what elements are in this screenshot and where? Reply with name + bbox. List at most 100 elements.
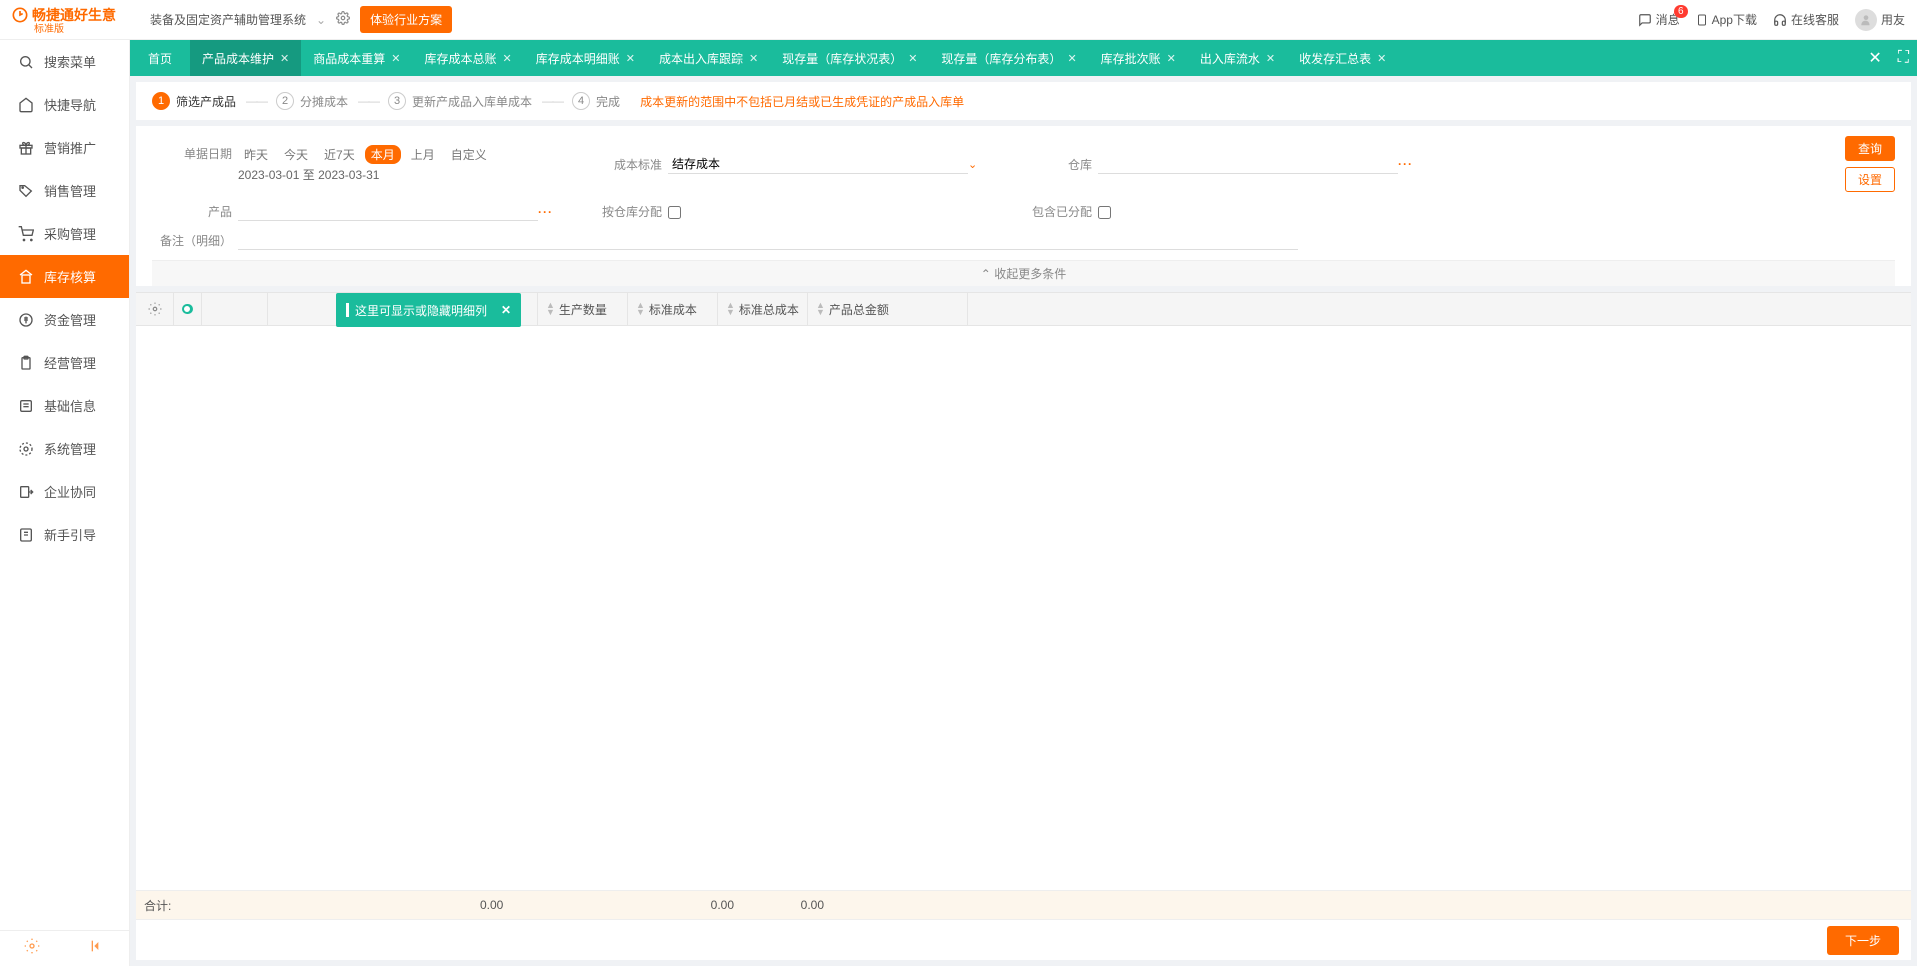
- tab-close-icon[interactable]: ✕: [391, 52, 400, 65]
- logo-text: 畅捷通好生意: [32, 5, 116, 25]
- product-input[interactable]: [238, 202, 538, 221]
- date-preset[interactable]: 今天: [278, 145, 314, 164]
- grid-settings-icon[interactable]: [136, 293, 174, 325]
- trial-button[interactable]: 体验行业方案: [360, 6, 452, 33]
- gear-icon[interactable]: [336, 11, 350, 28]
- info-icon: [18, 398, 34, 414]
- sidebar-item-7[interactable]: 经营管理: [0, 341, 129, 384]
- column-header[interactable]: ▲▼标准总成本: [718, 293, 808, 325]
- sort-icon: ▲▼: [546, 302, 555, 316]
- tab-7[interactable]: 库存批次账✕: [1089, 40, 1188, 76]
- tab-close-icon[interactable]: ✕: [1167, 52, 1176, 65]
- tab-close-icon[interactable]: ✕: [503, 52, 512, 65]
- column-header[interactable]: ▲▼生产数量: [538, 293, 628, 325]
- sidebar-item-0[interactable]: 搜索菜单: [0, 40, 129, 83]
- sidebar-item-3[interactable]: 销售管理: [0, 169, 129, 212]
- tab-6[interactable]: 现存量（库存分布表）✕: [929, 40, 1088, 76]
- date-preset[interactable]: 上月: [405, 145, 441, 164]
- gift-icon: [18, 140, 34, 156]
- tab-close-icon[interactable]: ✕: [1067, 52, 1076, 65]
- date-preset[interactable]: 自定义: [445, 145, 493, 164]
- sidebar-item-label: 企业协同: [44, 482, 96, 501]
- fullscreen-icon[interactable]: ⛶: [1890, 49, 1917, 67]
- step-2[interactable]: 2分摊成本: [276, 92, 348, 110]
- date-preset[interactable]: 昨天: [238, 145, 274, 164]
- sidebar-item-1[interactable]: 快捷导航: [0, 83, 129, 126]
- grid-toggle-detail[interactable]: [174, 293, 202, 325]
- house-icon: [18, 269, 34, 285]
- steps-note: 成本更新的范围中不包括已月结或已生成凭证的产成品入库单: [640, 93, 964, 110]
- grid-sum-row: 合计: 0.000.000.00: [136, 890, 1911, 920]
- sort-icon: ▲▼: [726, 302, 735, 316]
- query-button[interactable]: 查询: [1845, 136, 1895, 161]
- chevron-down-icon[interactable]: ⌄: [968, 158, 977, 171]
- step-1[interactable]: 1筛选产成品: [152, 92, 236, 110]
- remark-input[interactable]: [238, 231, 1298, 250]
- by-warehouse-label: 按仓库分配: [582, 203, 662, 220]
- sidebar-item-8[interactable]: 基础信息: [0, 384, 129, 427]
- sidebar-item-10[interactable]: 企业协同: [0, 470, 129, 513]
- next-button[interactable]: 下一步: [1827, 926, 1899, 955]
- sidebar-item-11[interactable]: 新手引导: [0, 513, 129, 556]
- tab-0[interactable]: 产品成本维护✕: [190, 40, 301, 76]
- column-header[interactable]: ▲▼标准成本: [628, 293, 718, 325]
- tab-close-icon[interactable]: ✕: [908, 52, 917, 65]
- tab-9[interactable]: 收发存汇总表✕: [1287, 40, 1398, 76]
- tab-8[interactable]: 出入库流水✕: [1188, 40, 1287, 76]
- tab-4[interactable]: 成本出入库跟踪✕: [647, 40, 770, 76]
- more-icon[interactable]: ···: [1398, 157, 1413, 171]
- filter-panel: 单据日期 昨天今天近7天本月上月自定义 2023-03-01 至 2023-03…: [136, 126, 1911, 286]
- user-menu[interactable]: 用友: [1855, 9, 1905, 31]
- grid-body[interactable]: [136, 326, 1911, 890]
- step-3[interactable]: 3更新产成品入库单成本: [388, 92, 532, 110]
- tab-close-icon[interactable]: ✕: [1266, 52, 1275, 65]
- tab-1[interactable]: 商品成本重算✕: [301, 40, 412, 76]
- sort-icon: ▲▼: [816, 302, 825, 316]
- tab-close-icon[interactable]: ✕: [626, 52, 635, 65]
- date-preset[interactable]: 本月: [365, 145, 401, 164]
- date-preset[interactable]: 近7天: [318, 145, 361, 164]
- tooltip-close-icon[interactable]: ✕: [501, 303, 511, 317]
- sum-cell: 0.00: [742, 898, 832, 912]
- tab-close-icon[interactable]: ✕: [749, 52, 758, 65]
- sidebar-item-9[interactable]: 系统管理: [0, 427, 129, 470]
- sidebar-item-4[interactable]: 采购管理: [0, 212, 129, 255]
- include-alloc-label: 包含已分配: [1012, 203, 1092, 220]
- by-warehouse-checkbox[interactable]: [668, 206, 681, 219]
- include-alloc-checkbox[interactable]: [1098, 206, 1111, 219]
- column-header[interactable]: [202, 293, 268, 325]
- sidebar-item-2[interactable]: 营销推广: [0, 126, 129, 169]
- tab-home[interactable]: 首页: [130, 40, 190, 76]
- sidebar-item-label: 系统管理: [44, 439, 96, 458]
- more-icon[interactable]: ···: [538, 205, 553, 219]
- settings-button[interactable]: 设置: [1845, 167, 1895, 192]
- cost-std-select[interactable]: [668, 155, 968, 174]
- sidebar-item-6[interactable]: 资金管理: [0, 298, 129, 341]
- sum-cell: 0.00: [652, 898, 742, 912]
- tab-3[interactable]: 库存成本明细账✕: [524, 40, 647, 76]
- sidebar-item-label: 营销推广: [44, 138, 96, 157]
- system-selector[interactable]: 装备及固定资产辅助管理系统: [150, 11, 306, 28]
- settings-icon[interactable]: [24, 938, 40, 959]
- tab-5[interactable]: 现存量（库存状况表）✕: [770, 40, 929, 76]
- tab-close-icon[interactable]: ✕: [280, 52, 289, 65]
- sidebar: 搜索菜单快捷导航营销推广销售管理采购管理库存核算资金管理经营管理基础信息系统管理…: [0, 40, 130, 966]
- sidebar-item-label: 新手引导: [44, 525, 96, 544]
- column-header[interactable]: ▲▼产品总金额: [808, 293, 968, 325]
- tab-close-icon[interactable]: ✕: [1377, 52, 1386, 65]
- online-service[interactable]: 在线客服: [1773, 11, 1839, 28]
- message-button[interactable]: 消息 6: [1638, 11, 1680, 28]
- collapse-sidebar-icon[interactable]: [89, 938, 105, 959]
- close-all-tabs-icon[interactable]: ✕: [1860, 48, 1889, 68]
- sidebar-item-label: 快捷导航: [44, 95, 96, 114]
- collapse-icon: ⌃: [981, 267, 991, 281]
- warehouse-input[interactable]: [1098, 155, 1398, 174]
- sidebar-item-5[interactable]: 库存核算: [0, 255, 129, 298]
- app-download[interactable]: App下载: [1696, 11, 1757, 28]
- logo-icon: [12, 7, 28, 23]
- tab-2[interactable]: 库存成本总账✕: [412, 40, 523, 76]
- collapse-filters[interactable]: ⌃ 收起更多条件: [152, 260, 1895, 286]
- chevron-down-icon[interactable]: ⌄: [316, 13, 326, 27]
- step-4[interactable]: 4完成: [572, 92, 620, 110]
- top-header: 畅捷通好生意 标准版 装备及固定资产辅助管理系统 ⌄ 体验行业方案 消息 6 A…: [0, 0, 1917, 40]
